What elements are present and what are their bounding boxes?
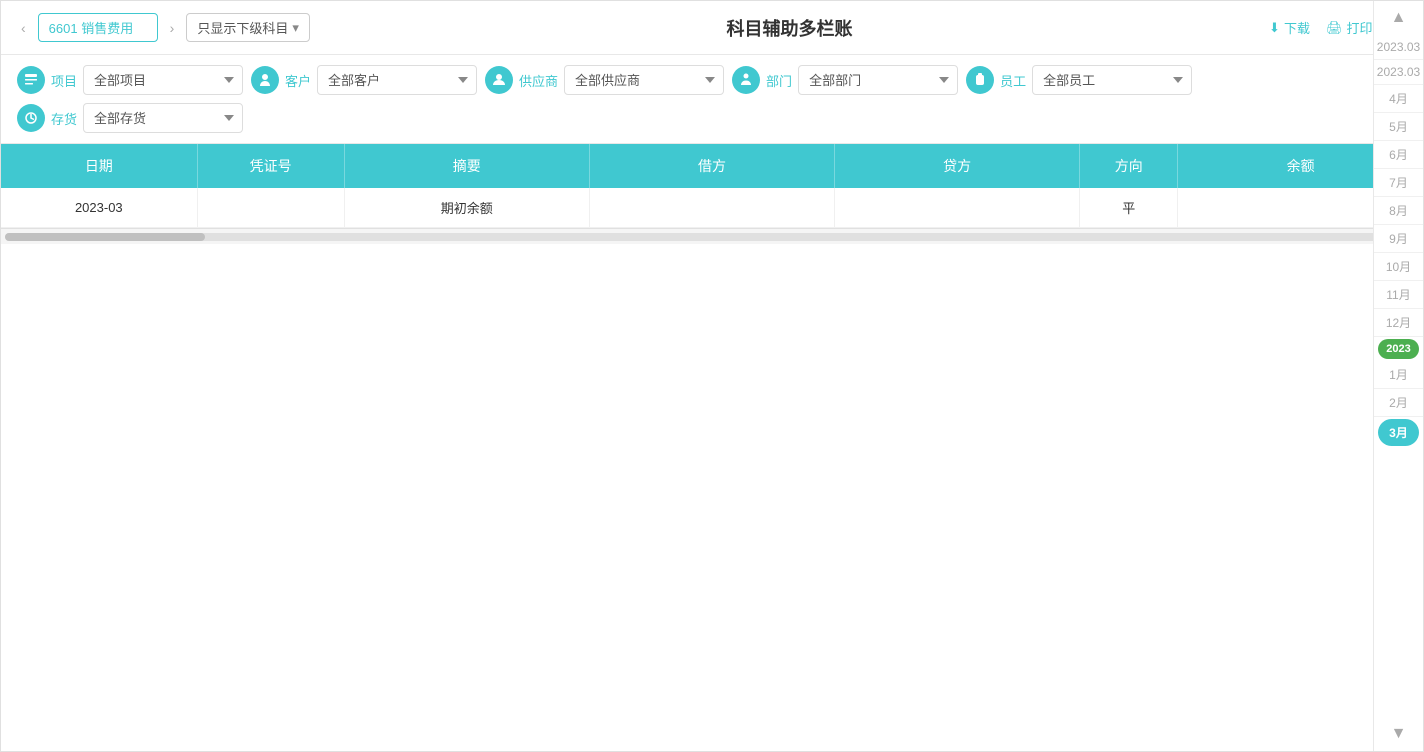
- cell-debit: [589, 188, 834, 228]
- filter-group-department: 部门 全部部门: [732, 65, 958, 95]
- header: ‹ 6601 销售费用 › 只显示下级科目 ▾ 科目辅助多栏账 ⬇ 下载 🖨 打…: [1, 1, 1423, 55]
- stock-icon: [17, 104, 45, 132]
- filter-group-employee: 员工 全部员工: [966, 65, 1192, 95]
- filter-label: 只显示下级科目: [197, 18, 288, 37]
- scroll-thumb[interactable]: [5, 233, 205, 241]
- filter-section: 项目 全部项目 客户 全部客户 供应商 全部供应商: [1, 55, 1423, 144]
- cell-voucher: [197, 188, 344, 228]
- supplier-select[interactable]: 全部供应商: [564, 65, 724, 95]
- table-header-row: 日期 凭证号 摘要 借方 贷方 方向 余额: [1, 144, 1423, 188]
- customer-label: 客户: [285, 71, 311, 90]
- employee-select[interactable]: 全部员工: [1032, 65, 1192, 95]
- project-icon: [17, 66, 45, 94]
- data-table: 日期 凭证号 摘要 借方 贷方 方向 余额 2023-03 期初余额: [1, 144, 1423, 228]
- sidebar-month-item[interactable]: 7月: [1374, 169, 1423, 197]
- supplier-icon: [485, 66, 513, 94]
- customer-select[interactable]: 全部客户: [317, 65, 477, 95]
- table-row: 2023-03 期初余额 平: [1, 188, 1423, 228]
- col-header-summary: 摘要: [344, 144, 589, 188]
- sidebar-month-item[interactable]: 9月: [1374, 225, 1423, 244]
- department-select[interactable]: 全部部门: [798, 65, 958, 95]
- cell-credit: [835, 188, 1080, 228]
- project-select[interactable]: 全部项目: [83, 65, 243, 95]
- body-area: 日期 凭证号 摘要 借方 贷方 方向 余额 2023-03 期初余额: [1, 144, 1423, 244]
- employee-label: 员工: [1000, 71, 1026, 90]
- print-icon: 🖨: [1326, 20, 1343, 36]
- filter-group-supplier: 供应商 全部供应商: [485, 65, 724, 95]
- stock-label: 存货: [51, 109, 77, 128]
- col-header-debit: 借方: [589, 144, 834, 188]
- scroll-bar[interactable]: [1, 228, 1423, 244]
- filter-group-project: 项目 全部项目: [17, 65, 243, 95]
- col-header-credit: 贷方: [835, 144, 1080, 188]
- cell-summary: 期初余额: [344, 188, 589, 228]
- right-sidebar: ▲ 2023.032023.034月5月6月7月8月9月10月11月12月202…: [1373, 144, 1423, 244]
- stock-select[interactable]: 全部存货: [83, 103, 243, 133]
- sidebar-month-item[interactable]: 8月: [1374, 197, 1423, 225]
- main-content: 日期 凭证号 摘要 借方 贷方 方向 余额 2023-03 期初余额: [1, 144, 1423, 244]
- cell-direction: 平: [1080, 188, 1178, 228]
- col-header-direction: 方向: [1080, 144, 1178, 188]
- supplier-label: 供应商: [519, 71, 558, 90]
- filter-dropdown[interactable]: 只显示下级科目 ▾: [186, 13, 310, 42]
- department-label: 部门: [766, 71, 792, 90]
- main-container: ‹ 6601 销售费用 › 只显示下级科目 ▾ 科目辅助多栏账 ⬇ 下载 🖨 打…: [0, 0, 1424, 752]
- col-header-voucher: 凭证号: [197, 144, 344, 188]
- department-icon: [732, 66, 760, 94]
- download-label: 下载: [1284, 18, 1310, 37]
- nav-next-btn[interactable]: ›: [166, 18, 179, 38]
- filter-arrow-icon: ▾: [292, 20, 299, 36]
- table-container: 日期 凭证号 摘要 借方 贷方 方向 余额 2023-03 期初余额: [1, 144, 1423, 228]
- print-btn[interactable]: 🖨 打印: [1326, 18, 1373, 37]
- download-btn[interactable]: ⬇ 下载: [1269, 18, 1310, 37]
- cell-date: 2023-03: [1, 188, 197, 228]
- nav-prev-btn[interactable]: ‹: [17, 18, 30, 38]
- print-label: 打印: [1346, 18, 1372, 37]
- filter-group-customer: 客户 全部客户: [251, 65, 477, 95]
- table-body: 2023-03 期初余额 平: [1, 188, 1423, 228]
- employee-icon: [966, 66, 994, 94]
- filter-group-stock: 存货 全部存货: [17, 103, 243, 133]
- scroll-track: [5, 233, 1419, 241]
- customer-icon: [251, 66, 279, 94]
- sidebar-months: 2023.032023.034月5月6月7月8月9月10月11月12月20231…: [1374, 144, 1423, 244]
- project-label: 项目: [51, 71, 77, 90]
- sidebar-month-item[interactable]: 6月: [1374, 144, 1423, 169]
- page-title: 科目辅助多栏账: [318, 15, 1261, 41]
- download-icon: ⬇: [1269, 20, 1280, 36]
- col-header-date: 日期: [1, 144, 197, 188]
- account-code[interactable]: 6601 销售费用: [38, 13, 158, 42]
